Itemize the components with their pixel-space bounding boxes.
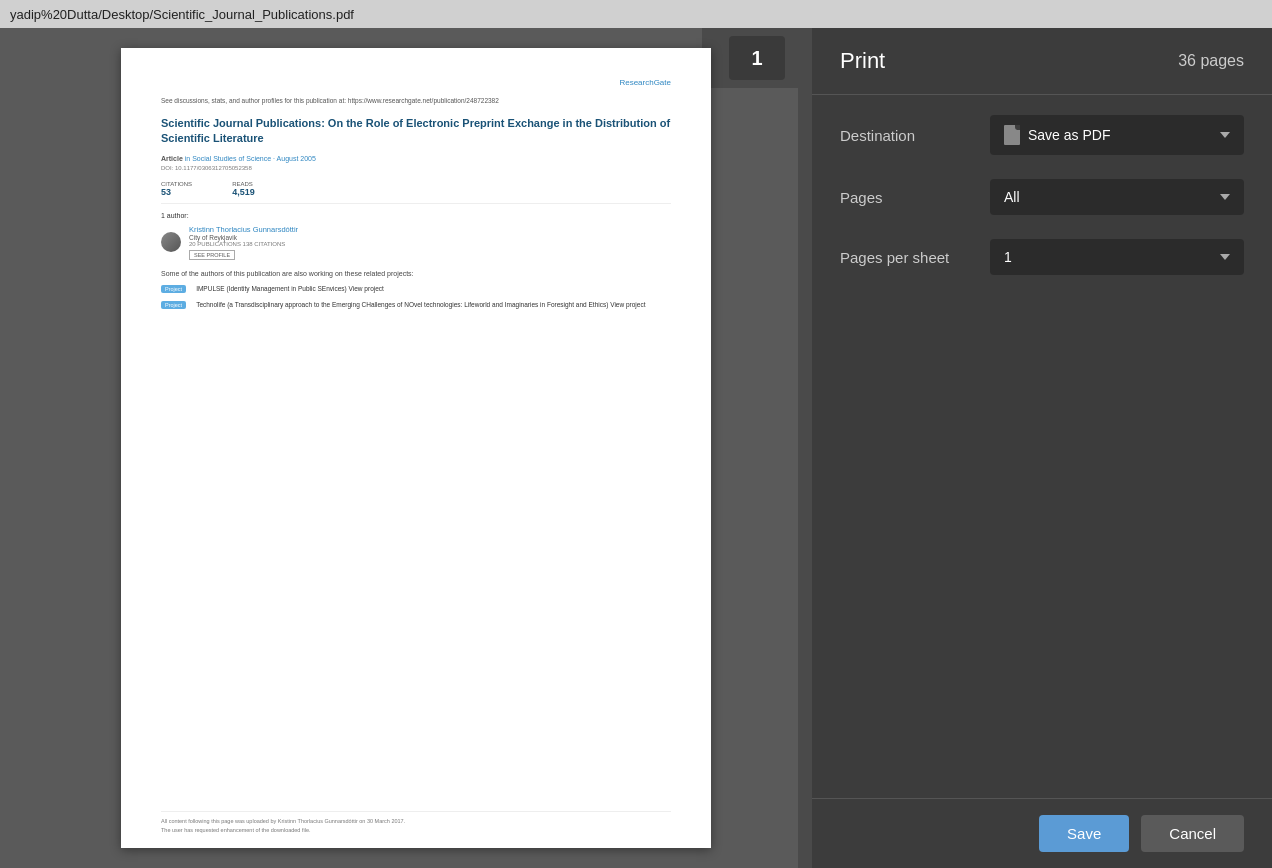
see-discussions-text: See discussions, stats, and author profi… bbox=[161, 97, 499, 104]
author-info: Kristinn Thorlacius Gunnarsdóttir City o… bbox=[189, 225, 298, 260]
working-label: Some of the authors of this publication … bbox=[161, 270, 671, 277]
author-affil: City of Reykjavik bbox=[189, 234, 298, 241]
researchgate-text: ResearchGate bbox=[619, 78, 671, 87]
pages-row: Pages All bbox=[840, 179, 1244, 215]
pdf-article-label: Article in Social Studies of Science · A… bbox=[161, 155, 671, 162]
pdf-footer-1: All content following this page was uplo… bbox=[161, 818, 671, 824]
print-title: Print bbox=[840, 48, 885, 74]
destination-row: Destination Save as PDF bbox=[840, 115, 1244, 155]
destination-value: Save as PDF bbox=[1028, 127, 1110, 143]
project-1-tag: Project bbox=[161, 285, 186, 293]
pages-per-sheet-select[interactable]: 1 bbox=[990, 239, 1244, 275]
print-header: Print 36 pages bbox=[812, 28, 1272, 95]
project-2-tag: Project bbox=[161, 301, 186, 309]
pages-value: All bbox=[1004, 189, 1020, 205]
destination-select[interactable]: Save as PDF bbox=[990, 115, 1244, 155]
document-icon bbox=[1004, 125, 1020, 145]
pdf-doi: DOI: 10.1177/0306312705052358 bbox=[161, 165, 671, 171]
print-footer: Save Cancel bbox=[812, 798, 1272, 868]
author-stats: 20 PUBLICATIONS 138 CITATIONS bbox=[189, 241, 298, 247]
pdf-footer-2: The user has requested enhancement of th… bbox=[161, 827, 671, 833]
pages-per-sheet-chevron-icon bbox=[1220, 254, 1230, 260]
authors-label: 1 author: bbox=[161, 212, 671, 219]
project-1-row: Project IMPULSE (Identity Management in … bbox=[161, 285, 671, 293]
print-panel: Print 36 pages Destination Save as PDF P… bbox=[812, 28, 1272, 868]
pages-chevron-icon bbox=[1220, 194, 1230, 200]
pdf-see-discussions: See discussions, stats, and author profi… bbox=[161, 97, 671, 104]
reads-stat: READS 4,519 bbox=[232, 181, 255, 197]
save-button[interactable]: Save bbox=[1039, 815, 1129, 852]
preview-area: 1 ResearchGate See discussions, stats, a… bbox=[0, 28, 812, 868]
pages-per-sheet-label: Pages per sheet bbox=[840, 249, 990, 266]
destination-chevron-icon bbox=[1220, 132, 1230, 138]
citations-stat: CITATIONS 53 bbox=[161, 181, 192, 197]
cancel-button[interactable]: Cancel bbox=[1141, 815, 1244, 852]
project-1-text: IMPULSE (Identity Management in Public S… bbox=[196, 285, 384, 292]
author-avatar bbox=[161, 232, 181, 252]
project-2-text: Technolife (a Transdisciplinary approach… bbox=[196, 301, 645, 308]
pdf-page-wrapper: ResearchGate See discussions, stats, and… bbox=[50, 48, 782, 848]
see-profile-button[interactable]: SEE PROFILE bbox=[189, 250, 235, 260]
researchgate-link: ResearchGate bbox=[161, 78, 671, 87]
pages-per-sheet-row: Pages per sheet 1 bbox=[840, 239, 1244, 275]
pages-label: Pages bbox=[840, 189, 990, 206]
project-2-row: Project Technolife (a Transdisciplinary … bbox=[161, 301, 671, 309]
print-pages: 36 pages bbox=[1178, 52, 1244, 70]
scrollbar[interactable] bbox=[798, 28, 812, 868]
pages-per-sheet-value: 1 bbox=[1004, 249, 1012, 265]
destination-label: Destination bbox=[840, 127, 990, 144]
pages-select[interactable]: All bbox=[990, 179, 1244, 215]
pages-select-content: All bbox=[1004, 189, 1020, 205]
destination-select-content: Save as PDF bbox=[1004, 125, 1110, 145]
pdf-footer: All content following this page was uplo… bbox=[161, 811, 671, 833]
pdf-authors-section: 1 author: Kristinn Thorlacius Gunnarsdót… bbox=[161, 212, 671, 260]
main-area: 1 ResearchGate See discussions, stats, a… bbox=[0, 28, 1272, 868]
pdf-working-section: Some of the authors of this publication … bbox=[161, 270, 671, 309]
pages-per-sheet-content: 1 bbox=[1004, 249, 1012, 265]
article-in: in Social Studies of Science · August 20… bbox=[185, 155, 316, 162]
author-name: Kristinn Thorlacius Gunnarsdóttir bbox=[189, 225, 298, 234]
print-options: Destination Save as PDF Pages All bbox=[812, 95, 1272, 798]
pdf-page: ResearchGate See discussions, stats, and… bbox=[121, 48, 711, 848]
title-bar-text: yadip%20Dutta/Desktop/Scientific_Journal… bbox=[10, 7, 354, 22]
title-bar: yadip%20Dutta/Desktop/Scientific_Journal… bbox=[0, 0, 1272, 28]
author-row: Kristinn Thorlacius Gunnarsdóttir City o… bbox=[161, 225, 671, 260]
pdf-title: Scientific Journal Publications: On the … bbox=[161, 116, 671, 147]
pdf-stats-row: CITATIONS 53 READS 4,519 bbox=[161, 181, 671, 204]
